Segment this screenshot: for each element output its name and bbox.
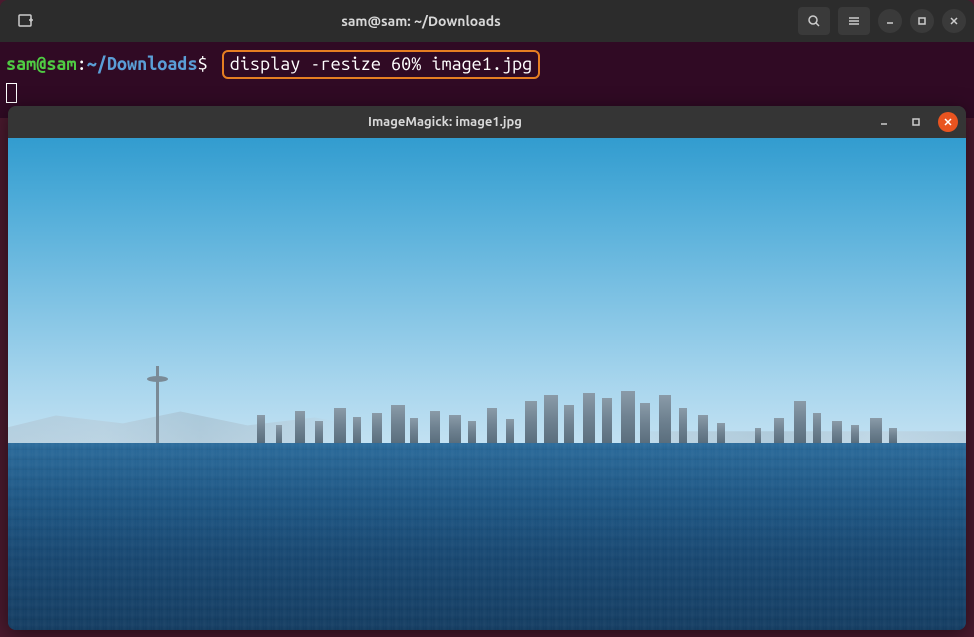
prompt-user: sam <box>6 54 36 74</box>
terminal-title: sam@sam: ~/Downloads <box>44 13 798 29</box>
image-viewer-controls <box>874 112 958 132</box>
new-tab-button[interactable] <box>8 7 44 35</box>
prompt-path: ~/Downloads <box>87 54 198 74</box>
image-viewer-title: ImageMagick: image1.jpg <box>16 115 874 129</box>
minimize-icon <box>879 117 889 127</box>
minimize-icon <box>885 16 895 26</box>
water-region <box>8 443 966 630</box>
city-skyline <box>8 383 966 443</box>
search-button[interactable] <box>798 7 830 35</box>
close-icon <box>949 16 959 26</box>
command-text: display -resize 60% image1.jpg <box>230 54 532 74</box>
prompt-colon: : <box>77 54 87 74</box>
image-viewer-titlebar[interactable]: ImageMagick: image1.jpg <box>8 106 966 138</box>
image-content[interactable] <box>8 138 966 630</box>
close-button[interactable] <box>942 9 966 33</box>
terminal-titlebar: sam@sam: ~/Downloads <box>0 0 974 42</box>
terminal-prompt: sam@sam:~/Downloads$ <box>6 54 218 74</box>
image-close-button[interactable] <box>938 112 958 132</box>
terminal-cursor <box>6 83 17 103</box>
image-maximize-button[interactable] <box>906 112 926 132</box>
menu-button[interactable] <box>838 7 870 35</box>
new-tab-icon <box>17 12 35 30</box>
minimize-button[interactable] <box>878 9 902 33</box>
command-highlight-box: display -resize 60% image1.jpg <box>222 50 540 79</box>
prompt-host: sam <box>46 54 76 74</box>
image-viewer-window: ImageMagick: image1.jpg <box>8 106 966 630</box>
image-minimize-button[interactable] <box>874 112 894 132</box>
prompt-at: @ <box>36 54 46 74</box>
prompt-dollar: $ <box>198 54 208 74</box>
hamburger-icon <box>847 14 861 28</box>
terminal-window: sam@sam: ~/Downloads <box>0 0 974 118</box>
terminal-titlebar-controls <box>798 7 966 35</box>
search-icon <box>807 14 821 28</box>
maximize-icon <box>917 16 927 26</box>
close-icon <box>943 117 953 127</box>
maximize-icon <box>911 117 921 127</box>
maximize-button[interactable] <box>910 9 934 33</box>
